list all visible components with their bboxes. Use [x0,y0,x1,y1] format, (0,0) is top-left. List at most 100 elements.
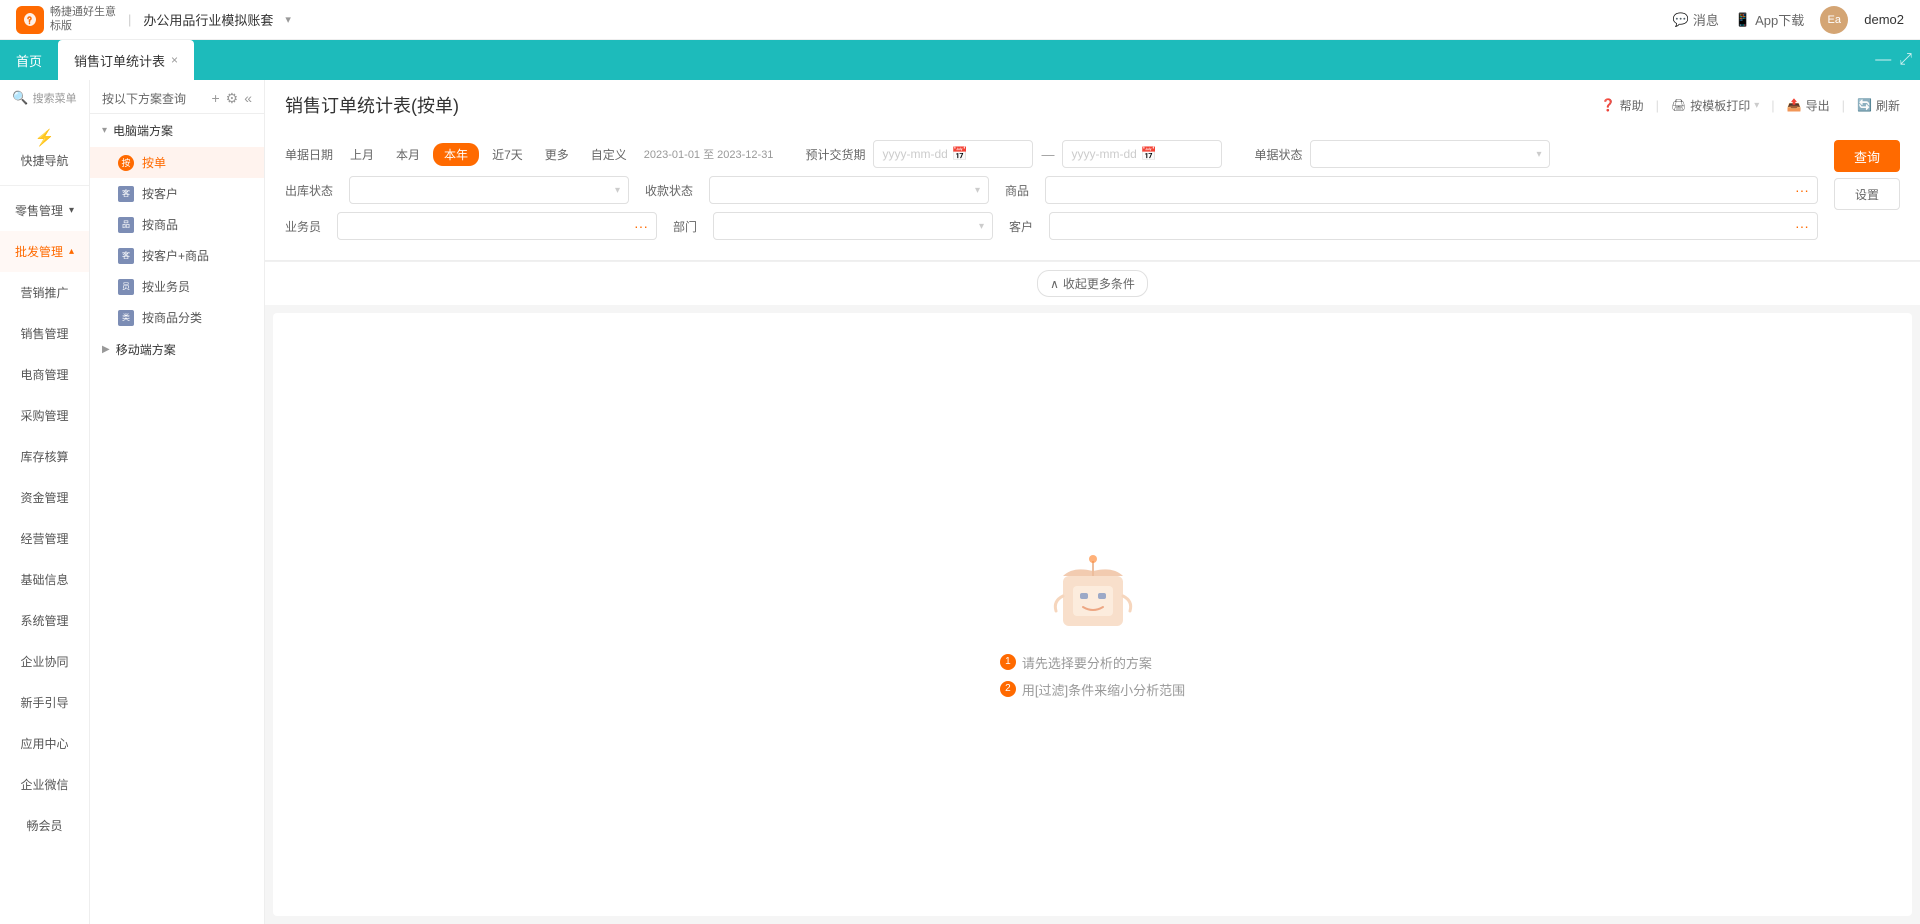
desktop-group-header[interactable]: ▾ 电脑端方案 [90,114,264,147]
date-btn-thisyear[interactable]: 本年 [433,143,479,166]
receipt-status-arrow: ▾ [975,185,980,196]
user-name[interactable]: demo2 [1864,12,1904,27]
page-header: 销售订单统计表(按单) ❓ 帮助 | 🖨 按模板打印 ▾ | [265,80,1920,261]
sidebar-item-finance[interactable]: 资金管理 [0,477,89,518]
customer-label: 客户 [1009,218,1033,235]
date-sep: — [1041,147,1054,162]
help-icon: ❓ [1601,98,1616,112]
action-buttons-col: 查询 设置 [1834,140,1900,210]
scheme-settings-btn[interactable]: ⚙ [226,90,239,107]
sidebar-item-inventory[interactable]: 库存核算 [0,436,89,477]
date-btn-7days[interactable]: 近7天 [483,143,532,166]
scheme-item-byorder[interactable]: 按 按单 [90,147,264,178]
app-download-btn[interactable]: 📱 App下载 [1735,10,1804,29]
tab-minimize-btn[interactable]: — [1875,51,1891,69]
filter-row-2: 出库状态 ▾ 收款状态 ▾ 商品 [285,176,1818,204]
sidebar-item-member[interactable]: 畅会员 [0,805,89,846]
sidebar-item-wholesale[interactable]: 批发管理 ▴ [0,231,89,272]
scheme-icon-bycustomer: 客 [118,186,134,202]
add-scheme-btn[interactable]: + [211,90,219,107]
wholesale-label: 批发管理 [15,243,63,260]
breadcrumb-sep: | [128,12,131,27]
export-btn[interactable]: 📤 导出 [1787,97,1830,114]
dept-select[interactable]: ▾ [713,212,993,240]
mobile-group-header[interactable]: ▶ 移动端方案 [90,333,264,366]
sidebar: 🔍 搜索菜单 ⚡ 快捷导航 零售管理 ▾ 批发管理 ▴ 营销推广 销售管理 电商… [0,80,90,924]
sidebar-item-marketing[interactable]: 营销推广 [0,272,89,313]
date-btn-more[interactable]: 更多 [536,143,578,166]
order-status-select[interactable]: ▾ [1310,140,1550,168]
empty-hint-2: 2 用[过滤]条件来缩小分析范围 [1000,680,1185,699]
help-btn[interactable]: ❓ 帮助 [1601,97,1644,114]
top-bar: 畅捷通好生意 标版 | 办公用品行业模拟账套 ▾ 💬 消息 📱 App下载 Ea… [0,0,1920,40]
tab-active[interactable]: 销售订单统计表 × [58,40,194,80]
scheme-item-bygoods[interactable]: 品 按商品 [90,209,264,240]
message-btn[interactable]: 💬 消息 [1673,10,1719,29]
sidebar-item-purchase[interactable]: 采购管理 [0,395,89,436]
tab-maximize-btn[interactable]: ⤢ [1899,51,1912,69]
order-status-label: 单据状态 [1254,146,1302,163]
search-btn[interactable]: 查询 [1834,140,1900,172]
sidebar-item-wechat[interactable]: 企业微信 [0,764,89,805]
scheme-icon-byorder: 按 [118,155,134,171]
page-title: 销售订单统计表(按单) [285,92,459,118]
sidebar-item-ecommerce[interactable]: 电商管理 [0,354,89,395]
left-panel-title: 按以下方案查询 [102,90,186,107]
scheme-item-bycustomer[interactable]: 客 按客户 [90,178,264,209]
calendar-icon-1: 📅 [952,146,968,162]
goods-input-wrapper: ··· [1045,176,1818,204]
empty-hint-1: 1 请先选择要分析的方案 [1000,653,1185,672]
empty-illustration [1038,531,1148,641]
refresh-btn[interactable]: 🔄 刷新 [1857,97,1900,114]
sidebar-search[interactable]: 🔍 搜索菜单 [0,80,89,116]
search-icon: 🔍 [12,90,28,106]
print-btn[interactable]: 🖨 按模板打印 ▾ [1671,97,1759,114]
desktop-group-label: 电脑端方案 [113,122,173,139]
collapse-row: ∧ 收起更多条件 [265,261,1920,305]
sidebar-item-sales[interactable]: 销售管理 [0,313,89,354]
sidebar-item-collab[interactable]: 企业协同 [0,641,89,682]
receipt-status-label: 收款状态 [645,182,693,199]
sidebar-item-operations[interactable]: 经营管理 [0,518,89,559]
sidebar-item-system[interactable]: 系统管理 [0,600,89,641]
filter-row-1: 单据日期 上月 本月 本年 近7天 更多 自定义 2023-01-01 至 20… [285,140,1900,248]
filter-row-3: 业务员 ··· 部门 ▾ 客户 [285,212,1818,240]
retail-arrow: ▾ [69,205,74,216]
ship-status-select[interactable]: ▾ [349,176,629,204]
scheme-item-bysalesperson[interactable]: 员 按业务员 [90,271,264,302]
expected-date-end[interactable]: yyyy-mm-dd 📅 [1062,140,1222,168]
scheme-icon-bygoods: 品 [118,217,134,233]
expected-date-label: 预计交货期 [805,146,865,163]
download-icon: 📱 [1735,12,1751,28]
sidebar-item-basic[interactable]: 基础信息 [0,559,89,600]
left-panel-actions: + ⚙ « [211,90,252,107]
date-btn-custom[interactable]: 自定义 [582,143,636,166]
tab-close-btn[interactable]: × [171,53,178,67]
sidebar-item-guide[interactable]: 新手引导 [0,682,89,723]
date-btn-lastmonth[interactable]: 上月 [341,143,383,166]
tab-home[interactable]: 首页 [0,40,58,80]
salesperson-dots[interactable]: ··· [634,218,648,234]
date-btn-thismonth[interactable]: 本月 [387,143,429,166]
filter-left: 单据日期 上月 本月 本年 近7天 更多 自定义 2023-01-01 至 20… [285,140,1818,248]
ship-status-label: 出库状态 [285,182,333,199]
sidebar-item-retail[interactable]: 零售管理 ▾ [0,190,89,231]
collapse-arrow-icon: ∧ [1050,277,1059,291]
sidebar-item-appcenter[interactable]: 应用中心 [0,723,89,764]
scheme-item-bycustomergoods[interactable]: 客 按客户+商品 [90,240,264,271]
scheme-icon-bycategory: 类 [118,310,134,326]
main-area: 🔍 搜索菜单 ⚡ 快捷导航 零售管理 ▾ 批发管理 ▴ 营销推广 销售管理 电商… [0,80,1920,924]
setting-btn[interactable]: 设置 [1834,178,1900,210]
dropdown-arrow-app[interactable]: ▾ [285,13,291,26]
goods-label: 商品 [1005,182,1029,199]
collapse-btn[interactable]: ∧ 收起更多条件 [1037,270,1148,297]
receipt-status-select[interactable]: ▾ [709,176,989,204]
expected-date-start[interactable]: yyyy-mm-dd 📅 [873,140,1033,168]
goods-dots[interactable]: ··· [1795,182,1809,198]
scheme-item-bycategory[interactable]: 类 按商品分类 [90,302,264,333]
hint-num-1: 1 [1000,654,1016,670]
customer-dots[interactable]: ··· [1795,218,1809,234]
sidebar-quick-nav[interactable]: ⚡ 快捷导航 [0,116,89,181]
user-avatar[interactable]: Ea [1820,6,1848,34]
collapse-panel-btn[interactable]: « [244,90,252,107]
